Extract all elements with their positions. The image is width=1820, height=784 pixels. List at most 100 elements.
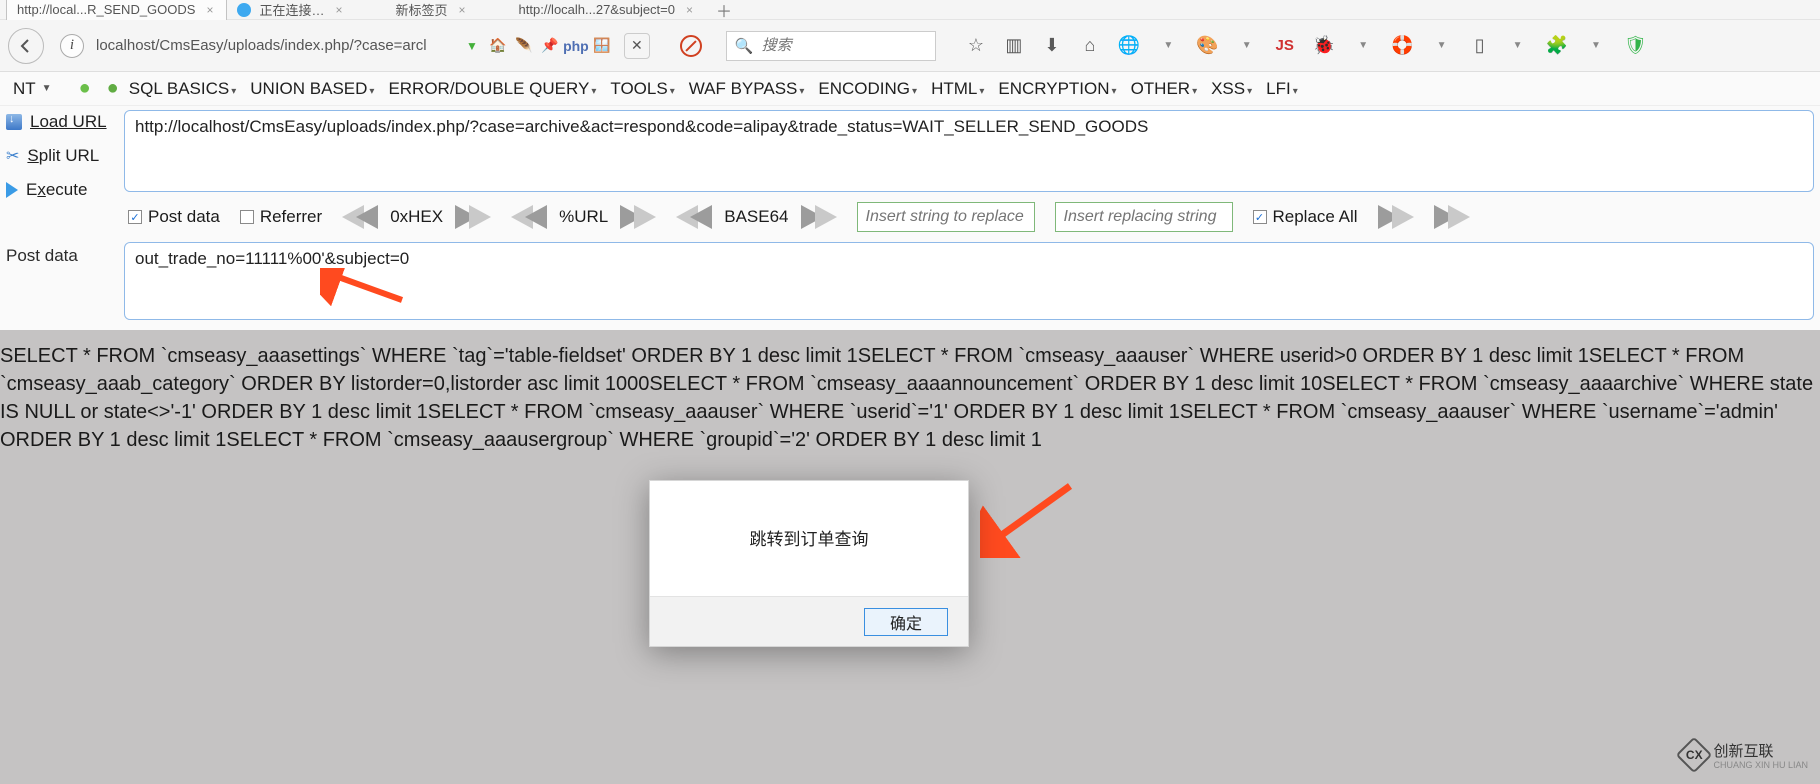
- alert-buttonbar: 确定: [650, 596, 968, 646]
- arrow-left-icon: [17, 37, 35, 55]
- tab-title: 正在连接…: [259, 0, 324, 19]
- back-button[interactable]: [8, 28, 44, 64]
- close-icon[interactable]: ×: [456, 3, 469, 17]
- feather-icon[interactable]: 🪶: [514, 36, 534, 56]
- chevron-down-icon[interactable]: ▼: [1353, 40, 1373, 51]
- load-url-label: Load URL: [30, 112, 107, 131]
- search-box[interactable]: 🔍: [726, 31, 936, 61]
- tab-2[interactable]: 新标签页 ×: [386, 0, 479, 20]
- alert-dialog: 跳转到订单查询 确定: [649, 480, 969, 647]
- tab-title: http://localh...27&subject=0: [519, 2, 675, 17]
- tab-title: http://local...R_SEND_GOODS: [17, 2, 195, 17]
- extension-icon[interactable]: 🧩: [1546, 35, 1568, 56]
- new-tab-button[interactable]: ＋: [706, 0, 742, 20]
- urlenc-button[interactable]: %URL: [511, 205, 656, 229]
- chevron-down-icon[interactable]: ▼: [1508, 40, 1528, 51]
- chevron-down-icon[interactable]: ▼: [466, 39, 478, 53]
- load-url-button[interactable]: Load URL: [6, 112, 110, 132]
- menu-union-based[interactable]: UNION BASED▾: [250, 79, 374, 99]
- split-url-button[interactable]: ✂ Split URL: [6, 146, 110, 166]
- replace-go-button-2[interactable]: [1434, 205, 1470, 229]
- menu-encoding[interactable]: ENCODING▾: [818, 79, 917, 99]
- php-icon[interactable]: php: [566, 36, 586, 56]
- execute-button[interactable]: Execute: [6, 180, 110, 200]
- lifebuoy-icon[interactable]: 🛟: [1391, 35, 1413, 56]
- watermark-sub: CHUANG XIN HU LIAN: [1713, 761, 1808, 770]
- post-data-checkbox[interactable]: Post data: [128, 207, 220, 227]
- hackbar-menubar: NT▼ ● ● SQL BASICS▾ UNION BASED▾ ERROR/D…: [0, 72, 1820, 106]
- hex-button[interactable]: 0xHEX: [342, 205, 491, 229]
- globe-icon[interactable]: 🌐: [1118, 35, 1140, 56]
- search-icon: 🔍: [735, 37, 754, 55]
- sidebar-icon[interactable]: ▯: [1470, 35, 1490, 56]
- base64-button[interactable]: BASE64: [676, 205, 836, 229]
- adblock-icon[interactable]: [680, 35, 702, 57]
- clear-button[interactable]: ✕: [624, 33, 650, 59]
- menu-sql-basics[interactable]: SQL BASICS▾: [129, 79, 237, 99]
- menu-waf-bypass[interactable]: WAF BYPASS▾: [689, 79, 805, 99]
- menu-html[interactable]: HTML▾: [931, 79, 984, 99]
- replace-go-button[interactable]: [1378, 205, 1414, 229]
- nt-dropdown[interactable]: NT▼: [6, 77, 59, 101]
- tab-1[interactable]: 正在连接… ×: [227, 0, 355, 20]
- js-icon[interactable]: JS: [1275, 37, 1295, 54]
- watermark-brand: 创新互联: [1713, 743, 1773, 760]
- menu-lfi[interactable]: LFI▾: [1266, 79, 1298, 99]
- tab-3[interactable]: http://localh...27&subject=0 ×: [509, 0, 706, 20]
- address-bar[interactable]: [90, 31, 460, 61]
- home-icon[interactable]: 🏠: [488, 36, 508, 56]
- menu-other[interactable]: OTHER▾: [1131, 79, 1198, 99]
- spinner-icon: [237, 3, 251, 17]
- bookmark-icon-row: 🏠 🪶 📌 php 🪟: [488, 36, 612, 56]
- record-icon[interactable]: ●: [107, 77, 119, 100]
- star-icon[interactable]: ☆: [966, 35, 986, 56]
- play-icon: [6, 182, 18, 198]
- replace-all-label: Replace All: [1273, 207, 1358, 227]
- toolbar-icons: ☆ ▥ ⬇ ⌂ 🌐 ▼ 🎨 ▼ JS 🐞 ▼ 🛟 ▼ ▯ ▼ 🧩 ▼ 🛡: [966, 35, 1647, 56]
- chevron-down-icon[interactable]: ▼: [1237, 40, 1257, 51]
- tab-0[interactable]: http://local...R_SEND_GOODS ×: [6, 0, 227, 20]
- browser-tab-strip: http://local...R_SEND_GOODS × 正在连接… × 新标…: [0, 0, 1820, 20]
- replace-all-checkbox[interactable]: Replace All: [1253, 207, 1358, 227]
- split-icon: ✂: [6, 146, 19, 166]
- nt-label: NT: [13, 79, 36, 99]
- palette-icon[interactable]: 🎨: [1196, 35, 1218, 56]
- menu-tools[interactable]: TOOLS▾: [610, 79, 674, 99]
- page-body-sql-dump: SELECT * FROM `cmseasy_aaasettings` WHER…: [0, 330, 1820, 454]
- bug-icon[interactable]: 🐞: [1313, 35, 1335, 56]
- replace-from-input[interactable]: [857, 202, 1035, 232]
- site-info-button[interactable]: i: [60, 34, 84, 58]
- referrer-label: Referrer: [260, 207, 322, 227]
- chevron-down-icon[interactable]: ▼: [1432, 40, 1452, 51]
- watermark-logo-icon: CX: [1676, 737, 1713, 774]
- urlenc-label: %URL: [547, 207, 620, 227]
- download-icon[interactable]: ⬇: [1042, 35, 1062, 56]
- shield-icon[interactable]: 🛡: [1624, 35, 1647, 56]
- post-data-row: Post data: [6, 242, 1814, 320]
- alert-ok-button[interactable]: 确定: [864, 608, 948, 636]
- close-icon[interactable]: ×: [683, 3, 696, 17]
- alert-message: 跳转到订单查询: [650, 481, 968, 596]
- record-icon[interactable]: ●: [79, 77, 91, 100]
- browser-navbar: i ▼ 🏠 🪶 📌 php 🪟 ✕ 🔍 ☆ ▥ ⬇ ⌂ 🌐 ▼ 🎨 ▼ JS 🐞…: [0, 20, 1820, 72]
- referrer-checkbox[interactable]: Referrer: [240, 207, 322, 227]
- library-icon[interactable]: ▥: [1004, 35, 1024, 56]
- replace-to-input[interactable]: [1055, 202, 1233, 232]
- menu-xss[interactable]: XSS▾: [1211, 79, 1252, 99]
- hackbar-panel: Load URL ✂ Split URL Execute Post data R…: [0, 106, 1820, 330]
- menu-error-double-query[interactable]: ERROR/DOUBLE QUERY▾: [388, 79, 596, 99]
- hex-label: 0xHEX: [378, 207, 455, 227]
- pin-icon[interactable]: 📌: [540, 36, 560, 56]
- windows-icon[interactable]: 🪟: [592, 36, 612, 56]
- menu-encryption[interactable]: ENCRYPTION▾: [998, 79, 1116, 99]
- post-data-textarea[interactable]: [124, 242, 1814, 320]
- home-outline-icon[interactable]: ⌂: [1080, 35, 1100, 56]
- annotation-arrow-icon: [980, 478, 1080, 558]
- close-icon[interactable]: ×: [332, 3, 345, 17]
- chevron-down-icon[interactable]: ▼: [1158, 40, 1178, 51]
- search-input[interactable]: [762, 37, 927, 54]
- chevron-down-icon[interactable]: ▼: [1586, 40, 1606, 51]
- options-row: Post data Referrer 0xHEX %URL BASE64 Rep…: [124, 200, 1814, 234]
- url-textarea[interactable]: [124, 110, 1814, 192]
- close-icon[interactable]: ×: [203, 3, 216, 17]
